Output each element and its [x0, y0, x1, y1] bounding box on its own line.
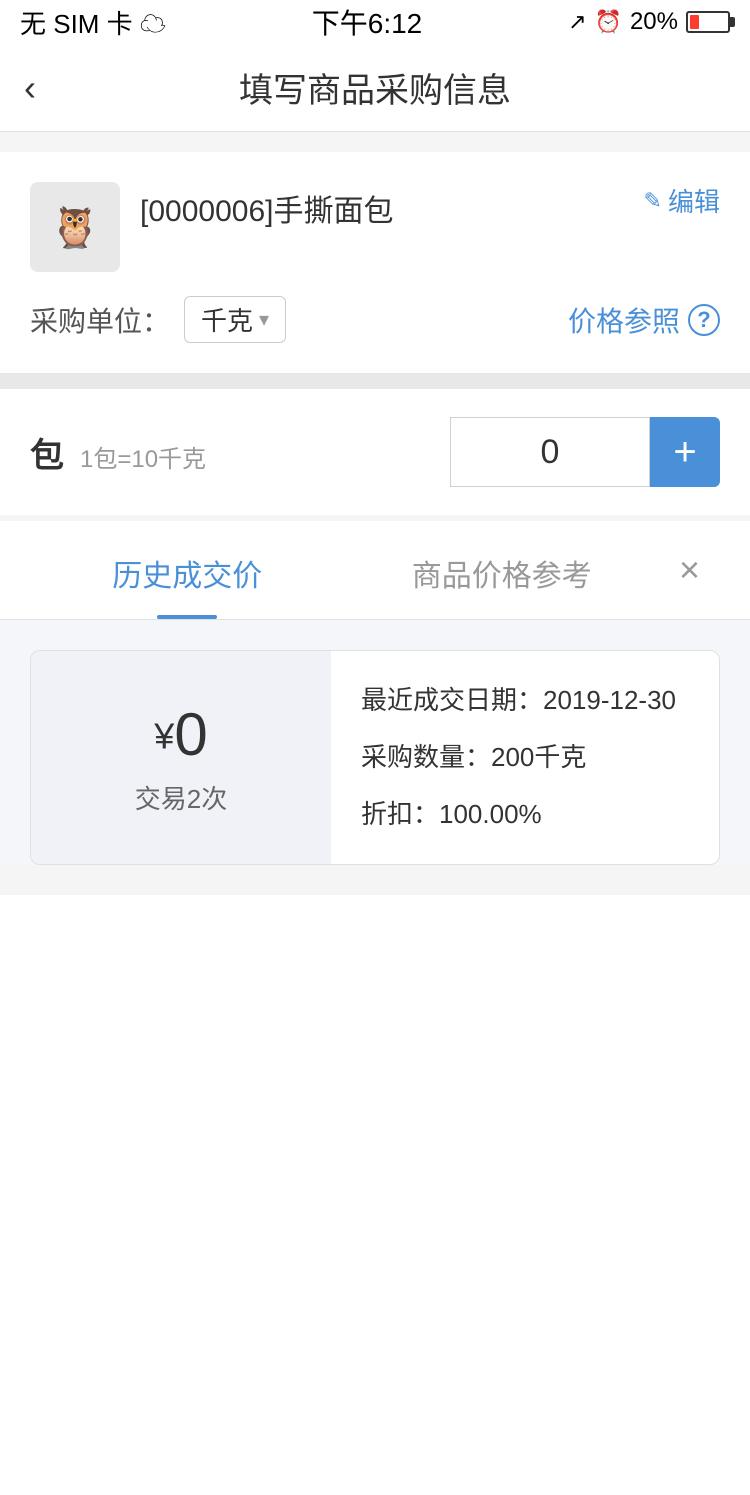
- qty-detail-label: 采购数量：: [361, 742, 491, 772]
- dropdown-icon: ▾: [259, 307, 269, 332]
- price-tabs: 历史成交价 商品价格参考 ×: [0, 521, 750, 620]
- product-left: 🦉 [0000006]手撕面包: [30, 182, 393, 272]
- sim-label: 无 SIM 卡 ☁: [20, 4, 166, 41]
- battery-fill: [690, 15, 699, 29]
- quantity-input[interactable]: [450, 417, 650, 487]
- product-logo-icon: 🦉: [50, 204, 100, 251]
- tab-product-label: 商品价格参考: [412, 560, 592, 593]
- qty-label: 包 1包=10千克: [30, 428, 206, 477]
- back-icon: ‹: [24, 67, 36, 109]
- close-panel-button[interactable]: ×: [659, 529, 720, 611]
- edit-label: 编辑: [668, 182, 720, 219]
- tab-history-price[interactable]: 历史成交价: [30, 521, 344, 619]
- quantity-row: 包 1包=10千克 +: [0, 389, 750, 515]
- discount-label: 折扣：: [361, 799, 439, 829]
- product-name: [0000006]手撕面包: [140, 182, 393, 230]
- discount-value: 100.00%: [439, 799, 542, 829]
- currency-symbol: ¥: [154, 715, 174, 756]
- date-value: 2019-12-30: [543, 685, 676, 715]
- date-row: 最近成交日期：2019-12-30: [361, 681, 689, 720]
- close-icon: ×: [679, 549, 700, 590]
- product-footer: 采购单位： 千克 ▾ 价格参照 ?: [30, 296, 720, 343]
- battery-icon: [686, 11, 730, 33]
- status-bar-left: 无 SIM 卡 ☁: [20, 4, 166, 41]
- location-icon: ↗: [568, 9, 586, 35]
- discount-row: 折扣：100.00%: [361, 795, 689, 834]
- help-icon: ?: [688, 304, 720, 336]
- unit-prefix-label: 采购单位：: [30, 300, 170, 340]
- status-bar-time: 下午6:12: [312, 2, 423, 42]
- qty-detail-value: 200千克: [491, 742, 586, 772]
- product-header: 🦉 [0000006]手撕面包 ✎ 编辑: [30, 182, 720, 272]
- tab-product-price[interactable]: 商品价格参考: [344, 521, 658, 619]
- price-ref-label: 价格参照: [568, 300, 680, 340]
- price-ref-button[interactable]: 价格参照 ?: [568, 300, 720, 340]
- trade-count: 交易2次: [135, 779, 227, 816]
- product-card: 🦉 [0000006]手撕面包 ✎ 编辑 采购单位： 千克 ▾ 价格参照 ?: [0, 152, 750, 373]
- section-divider: [0, 373, 750, 389]
- battery-percent: 20%: [630, 8, 678, 36]
- unit-value: 千克: [201, 301, 253, 338]
- nav-bar: ‹ 填写商品采购信息: [0, 44, 750, 132]
- qty-unit: 包: [30, 428, 64, 477]
- price-display: ¥0: [154, 700, 207, 769]
- qty-row: 采购数量：200千克: [361, 738, 689, 777]
- product-thumbnail: 🦉: [30, 182, 120, 272]
- status-bar: 无 SIM 卡 ☁ 下午6:12 ↗ ⏰ 20%: [0, 0, 750, 44]
- price-amount: 0: [174, 701, 207, 768]
- page-title: 填写商品采购信息: [239, 63, 511, 112]
- alarm-icon: ⏰: [595, 9, 622, 35]
- unit-row: 采购单位： 千克 ▾: [30, 296, 286, 343]
- qty-sub-label: 1包=10千克: [80, 439, 206, 474]
- price-card: ¥0 交易2次 最近成交日期：2019-12-30 采购数量：200千克 折扣：…: [30, 650, 720, 865]
- date-label: 最近成交日期：: [361, 685, 543, 715]
- qty-input-row: +: [450, 417, 720, 487]
- price-card-right: 最近成交日期：2019-12-30 采购数量：200千克 折扣：100.00%: [331, 651, 719, 864]
- qty-plus-button[interactable]: +: [650, 417, 720, 487]
- bottom-space: [0, 895, 750, 1495]
- back-button[interactable]: ‹: [24, 67, 36, 109]
- status-bar-right: ↗ ⏰ 20%: [568, 8, 730, 36]
- tab-history-label: 历史成交价: [112, 560, 262, 593]
- unit-select[interactable]: 千克 ▾: [184, 296, 286, 343]
- price-card-left: ¥0 交易2次: [31, 651, 331, 864]
- price-panel: 历史成交价 商品价格参考 × ¥0 交易2次 最近成交日期：2019-12-30…: [0, 521, 750, 865]
- plus-icon: +: [673, 430, 696, 475]
- edit-button[interactable]: ✎ 编辑: [644, 182, 720, 219]
- edit-icon: ✎: [644, 188, 662, 214]
